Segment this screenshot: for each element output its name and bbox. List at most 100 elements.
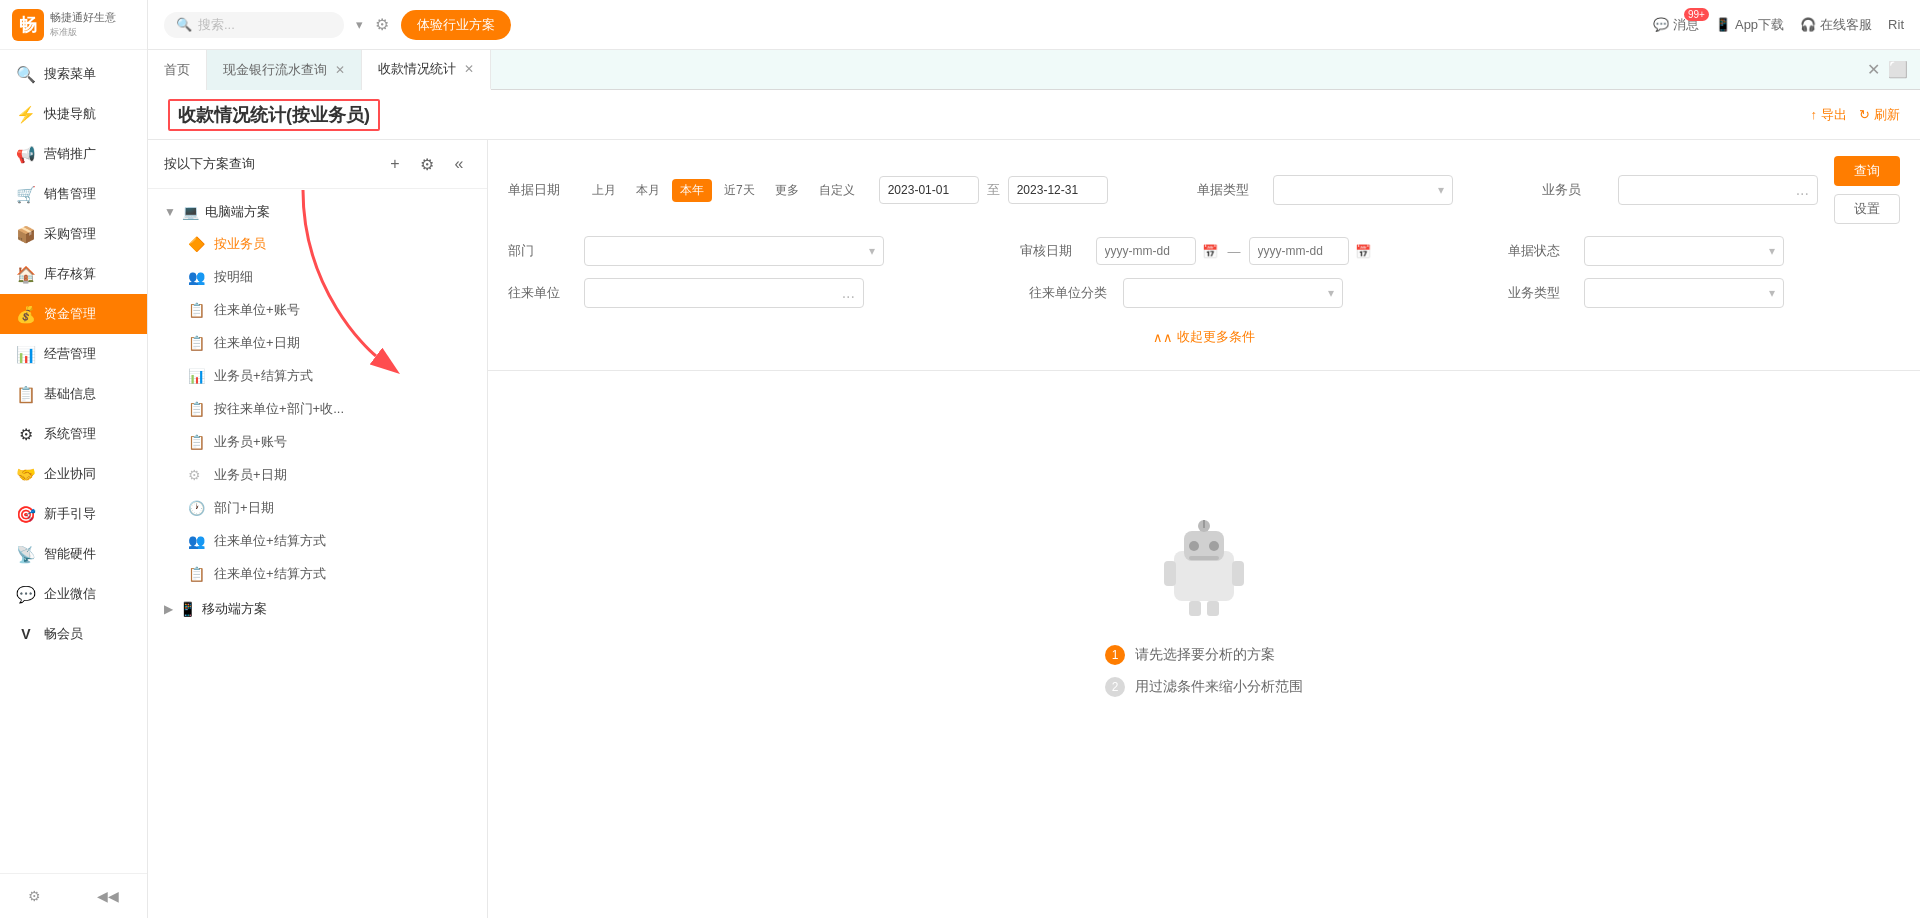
panel-add-button[interactable]: +: [383, 152, 407, 176]
date-tab-this-month[interactable]: 本月: [628, 179, 668, 202]
tab-close-window-icon[interactable]: ✕: [1867, 60, 1880, 79]
sidebar-item-sales[interactable]: 🛒 销售管理: [0, 174, 147, 214]
scheme-item-unit-settlement2[interactable]: 📋 往来单位+结算方式: [172, 558, 479, 590]
sidebar-item-guide[interactable]: 🎯 新手引导: [0, 494, 147, 534]
sidebar-item-shortcut[interactable]: ⚡ 快捷导航: [0, 94, 147, 134]
audit-date-to-icon[interactable]: 📅: [1353, 244, 1373, 259]
sidebar-item-label: 营销推广: [44, 145, 96, 163]
sidebar-item-marketing[interactable]: 📢 营销推广: [0, 134, 147, 174]
scheme-item-by-detail[interactable]: 👥 按明细: [172, 261, 479, 293]
doc-status-select[interactable]: ▾: [1584, 236, 1784, 266]
date-tab-custom[interactable]: 自定义: [811, 179, 863, 202]
audit-date-to-input[interactable]: [1249, 237, 1349, 265]
audit-date-from-icon[interactable]: 📅: [1200, 244, 1220, 259]
sidebar-item-label: 基础信息: [44, 385, 96, 403]
sidebar-item-enterprise[interactable]: 🤝 企业协同: [0, 454, 147, 494]
date-tab-7days[interactable]: 近7天: [716, 179, 763, 202]
tab-expand-icon[interactable]: ⬜: [1888, 60, 1908, 79]
partner-category-select[interactable]: ▾: [1123, 278, 1343, 308]
operation-icon: 📊: [16, 344, 36, 364]
sidebar-item-operation[interactable]: 📊 经营管理: [0, 334, 147, 374]
doc-type-select[interactable]: ▾: [1273, 175, 1453, 205]
online-service-button[interactable]: 🎧 在线客服: [1800, 16, 1872, 34]
scheme-item-unit-account[interactable]: 📋 往来单位+账号: [172, 294, 479, 326]
scheme-item-dept-date[interactable]: 🕐 部门+日期: [172, 492, 479, 524]
business-type-select[interactable]: ▾: [1584, 278, 1784, 308]
business-type-dropdown-icon: ▾: [1769, 286, 1775, 300]
sidebar-item-basic[interactable]: 📋 基础信息: [0, 374, 147, 414]
sidebar-item-hardware[interactable]: 📡 智能硬件: [0, 534, 147, 574]
content-area: 按以下方案查询 + ⚙ « ▼ 💻 电脑端方案 🔶: [148, 140, 1920, 918]
refresh-button[interactable]: ↻ 刷新: [1859, 106, 1900, 124]
partner-select[interactable]: ...: [584, 278, 864, 308]
sidebar-item-label: 销售管理: [44, 185, 96, 203]
scheme-item-salesperson-settlement[interactable]: 📊 业务员+结算方式: [172, 360, 479, 392]
salesperson-label: 业务员: [1542, 181, 1602, 199]
date-tab-this-year[interactable]: 本年: [672, 179, 712, 202]
expand-icon: ▼: [164, 205, 176, 219]
scheme-item-salesperson-account[interactable]: 📋 业务员+账号: [172, 426, 479, 458]
online-service-label: 在线客服: [1820, 16, 1872, 34]
scheme-item-unit-date[interactable]: 📋 往来单位+日期: [172, 327, 479, 359]
sidebar-item-system[interactable]: ⚙ 系统管理: [0, 414, 147, 454]
industry-solution-button[interactable]: 体验行业方案: [401, 10, 511, 40]
global-search-input[interactable]: 🔍 搜索...: [164, 12, 344, 38]
scheme-item-label: 业务员+账号: [214, 433, 287, 451]
svg-rect-10: [1203, 520, 1205, 528]
sidebar-item-member[interactable]: V 畅会员: [0, 614, 147, 654]
tab-close-icon[interactable]: ✕: [335, 63, 345, 77]
sidebar-collapse-btn[interactable]: ◀◀: [87, 882, 129, 910]
tab-bank-flow[interactable]: 现金银行流水查询 ✕: [207, 50, 362, 90]
scheme-item-salesperson-date[interactable]: ⚙ 业务员+日期: [172, 459, 479, 491]
audit-date-from-input[interactable]: [1096, 237, 1196, 265]
sidebar-item-purchase[interactable]: 📦 采购管理: [0, 214, 147, 254]
sidebar-item-wechat[interactable]: 💬 企业微信: [0, 574, 147, 614]
date-from-input[interactable]: [879, 176, 979, 204]
step-2-label: 用过滤条件来缩小分析范围: [1135, 678, 1303, 696]
tab-home[interactable]: 首页: [148, 50, 207, 90]
topbar-gear-icon[interactable]: ⚙: [375, 15, 389, 34]
query-button[interactable]: 查询: [1834, 156, 1900, 186]
tree-group-mobile: ▶ 📱 移动端方案: [148, 594, 487, 624]
partner-more-icon[interactable]: ...: [842, 284, 855, 302]
tab-close-icon[interactable]: ✕: [464, 62, 474, 76]
scheme-item-unit-settlement1[interactable]: 👥 往来单位+结算方式: [172, 525, 479, 557]
panel-settings-button[interactable]: ⚙: [415, 152, 439, 176]
sidebar-settings-btn[interactable]: ⚙: [18, 882, 51, 910]
sidebar-item-search[interactable]: 🔍 搜索菜单: [0, 54, 147, 94]
right-panel: 单据日期 上月 本月 本年 近7天 更多 自定义 至: [488, 140, 1920, 918]
salesperson-more-icon[interactable]: ...: [1796, 181, 1809, 199]
sidebar-item-label: 库存核算: [44, 265, 96, 283]
date-to-input[interactable]: [1008, 176, 1108, 204]
settings-button[interactable]: 设置: [1834, 194, 1900, 224]
scheme-item-by-salesperson[interactable]: 🔶 按业务员: [172, 228, 479, 260]
export-label: 导出: [1821, 106, 1847, 124]
date-tab-more[interactable]: 更多: [767, 179, 807, 202]
topbar-dropdown-icon[interactable]: ▾: [356, 17, 363, 32]
enterprise-icon: 🤝: [16, 464, 36, 484]
sidebar-item-finance[interactable]: 💰 资金管理: [0, 294, 147, 334]
tab-bank-flow-label: 现金银行流水查询: [223, 61, 327, 79]
tab-receipts[interactable]: 收款情况统计 ✕: [362, 50, 491, 90]
tab-home-label: 首页: [164, 61, 190, 79]
scheme-icon: 📊: [188, 368, 206, 384]
filter-actions: 查询 设置: [1834, 156, 1900, 224]
empty-step-2: 2 用过滤条件来缩小分析范围: [1105, 677, 1303, 697]
message-badge: 99+: [1684, 8, 1709, 21]
user-avatar[interactable]: Rit: [1888, 17, 1904, 32]
panel-collapse-button[interactable]: «: [447, 152, 471, 176]
export-button[interactable]: ↑ 导出: [1811, 106, 1848, 124]
scheme-item-unit-dept[interactable]: 📋 按往来单位+部门+收...: [172, 393, 479, 425]
message-button[interactable]: 💬 消息 99+: [1653, 16, 1699, 34]
dept-select[interactable]: ▾: [584, 236, 884, 266]
sidebar-item-label: 搜索菜单: [44, 65, 96, 83]
app-download-button[interactable]: 📱 App下载: [1715, 16, 1784, 34]
date-tab-last-month[interactable]: 上月: [584, 179, 624, 202]
scheme-icon: 🕐: [188, 500, 206, 516]
sidebar-item-inventory[interactable]: 🏠 库存核算: [0, 254, 147, 294]
audit-date-group: 📅 — 📅: [1096, 237, 1373, 265]
salesperson-select[interactable]: ...: [1618, 175, 1818, 205]
tree-group-desktop-header[interactable]: ▼ 💻 电脑端方案: [148, 197, 487, 227]
collapse-conditions-button[interactable]: ∧∧ 收起更多条件: [1145, 320, 1263, 354]
tree-group-mobile-header[interactable]: ▶ 📱 移动端方案: [148, 594, 487, 624]
